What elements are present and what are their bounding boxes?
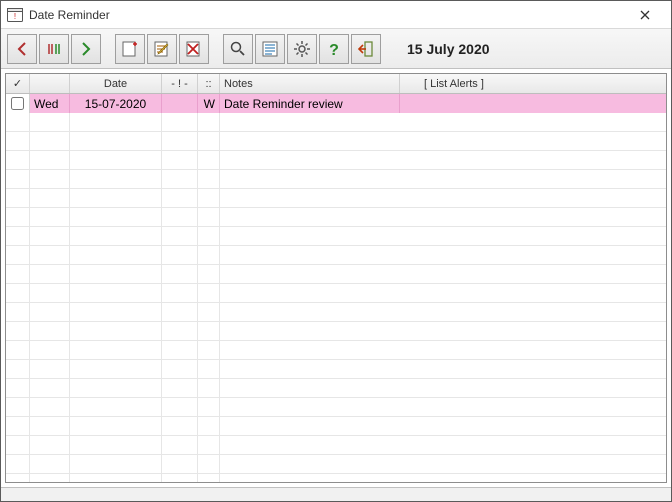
titlebar: ! Date Reminder	[1, 1, 671, 29]
col-header-date[interactable]: Date	[70, 74, 162, 93]
table-body[interactable]: Wed 15-07-2020 W Date Reminder review	[6, 94, 666, 482]
next-button[interactable]	[71, 34, 101, 64]
exit-button[interactable]	[351, 34, 381, 64]
prev-button[interactable]	[7, 34, 37, 64]
reminder-table: ✓ Date - ! - :: Notes [ List Alerts ] We…	[5, 73, 667, 483]
col-header-dots[interactable]: ::	[198, 74, 220, 93]
svg-text:?: ?	[329, 42, 339, 58]
svg-text:!: !	[14, 12, 16, 21]
col-header-day[interactable]	[30, 74, 70, 93]
current-date: 15 July 2020	[407, 41, 490, 57]
row-day: Wed	[30, 94, 70, 113]
settings-button[interactable]	[287, 34, 317, 64]
window-title: Date Reminder	[29, 8, 110, 22]
row-dots: W	[198, 94, 220, 113]
content-area: ✓ Date - ! - :: Notes [ List Alerts ] We…	[1, 69, 671, 487]
close-button[interactable]	[625, 4, 665, 26]
table-row[interactable]: Wed 15-07-2020 W Date Reminder review	[6, 94, 666, 113]
help-button[interactable]: ?	[319, 34, 349, 64]
delete-button[interactable]	[179, 34, 209, 64]
list-button[interactable]	[255, 34, 285, 64]
row-notes: Date Reminder review	[220, 94, 400, 113]
toolbar: ? 15 July 2020	[1, 29, 671, 69]
row-alerts	[400, 94, 666, 113]
edit-button[interactable]	[147, 34, 177, 64]
row-checkbox[interactable]	[11, 97, 24, 110]
statusbar	[1, 487, 671, 501]
search-button[interactable]	[223, 34, 253, 64]
row-flag	[162, 94, 198, 113]
new-button[interactable]	[115, 34, 145, 64]
col-header-alerts[interactable]: [ List Alerts ]	[400, 74, 666, 93]
row-date: 15-07-2020	[70, 94, 162, 113]
today-button[interactable]	[39, 34, 69, 64]
col-header-check[interactable]: ✓	[6, 74, 30, 93]
app-icon: !	[7, 7, 23, 23]
col-header-flag[interactable]: - ! -	[162, 74, 198, 93]
col-header-notes[interactable]: Notes	[220, 74, 400, 93]
column-header: ✓ Date - ! - :: Notes [ List Alerts ]	[6, 74, 666, 94]
